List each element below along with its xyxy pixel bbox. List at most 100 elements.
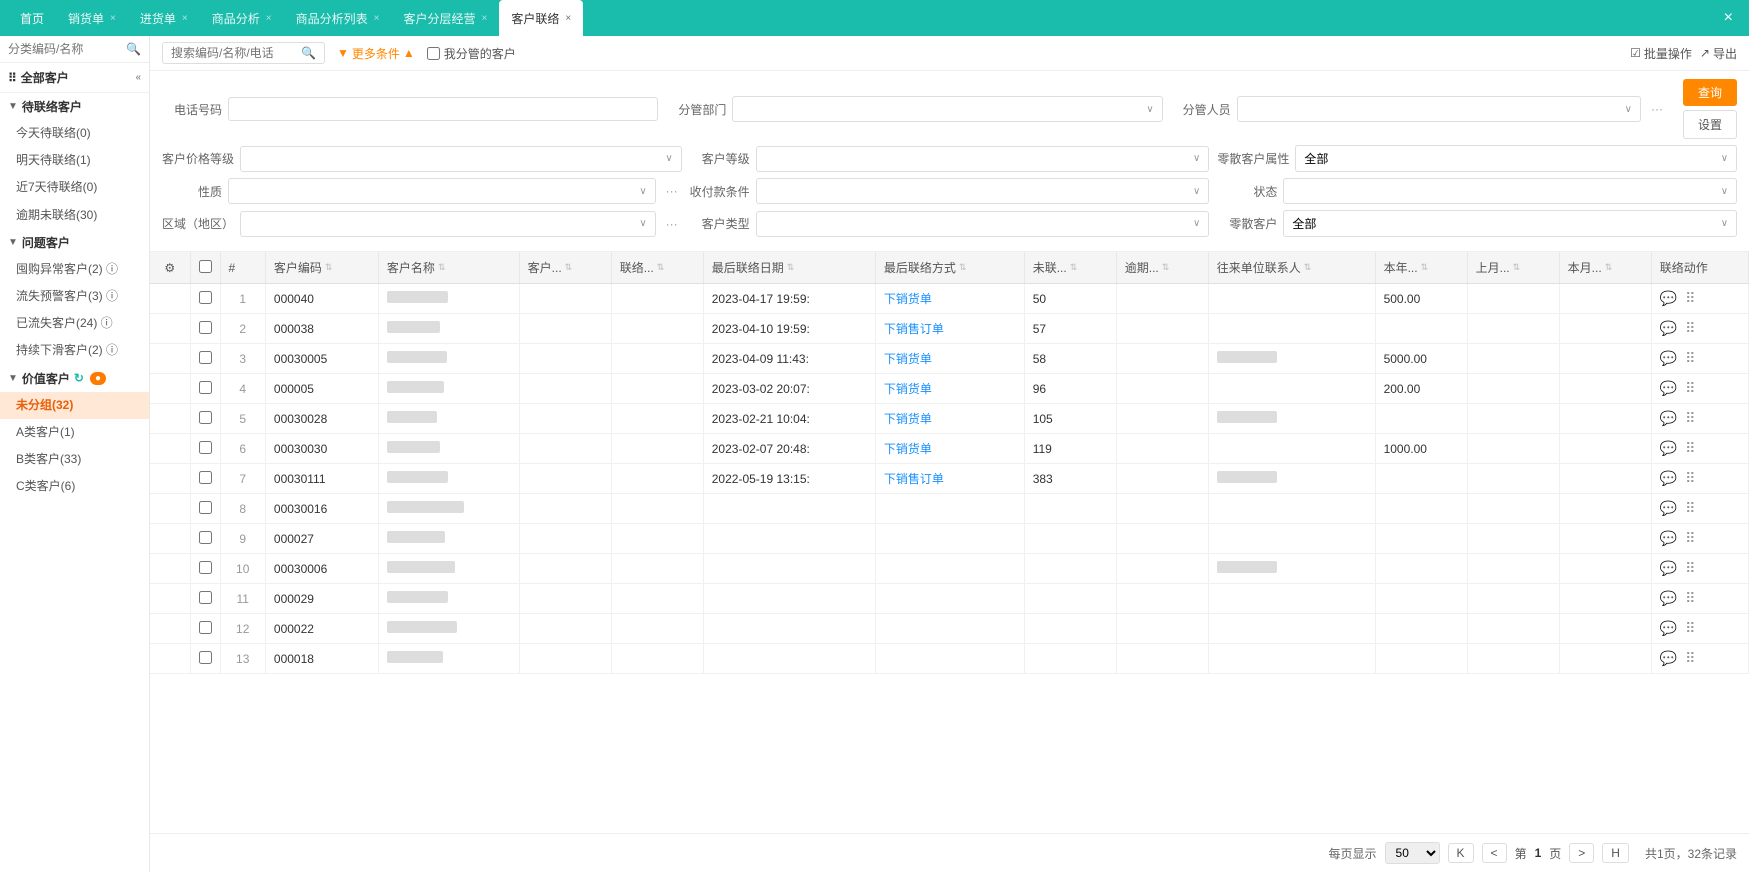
close-purchase-icon[interactable]: × [182, 13, 188, 24]
row-checkbox[interactable] [199, 321, 212, 334]
phone-input[interactable] [228, 97, 658, 121]
select-all-checkbox[interactable] [199, 260, 212, 273]
row-checkbox[interactable] [199, 441, 212, 454]
close-customer-tier-icon[interactable]: × [481, 13, 487, 24]
sidebar-item-abnormal[interactable]: 囤购异常客户(2) ⓘ [0, 256, 149, 283]
more-action-icon[interactable]: ⠿ [1685, 530, 1695, 547]
status-select[interactable]: ∨ [1283, 178, 1737, 204]
sidebar-group-problem[interactable]: ▼ 问题客户 [0, 229, 149, 256]
more-action-icon[interactable]: ⠿ [1685, 590, 1695, 607]
sidebar-item-churned[interactable]: 已流失客户(24) ⓘ [0, 310, 149, 337]
manager-more-icon[interactable]: ··· [1647, 102, 1667, 116]
more-action-icon[interactable]: ⠿ [1685, 320, 1695, 337]
more-action-icon[interactable]: ⠿ [1685, 500, 1695, 517]
sidebar-group-pending[interactable]: ▼ 待联络客户 [0, 93, 149, 120]
row-checkbox[interactable] [199, 621, 212, 634]
contact-action-icon[interactable]: 💬 [1660, 560, 1677, 577]
query-button[interactable]: 查询 [1683, 79, 1737, 106]
this-year-col-header[interactable]: 本年...⇅ [1375, 252, 1467, 284]
last-method-link[interactable]: 下销货单 [884, 412, 932, 426]
more-action-icon[interactable]: ⠿ [1685, 560, 1695, 577]
overdue-col-header[interactable]: 逾期...⇅ [1116, 252, 1208, 284]
contact-action-icon[interactable]: 💬 [1660, 320, 1677, 337]
nature-select[interactable]: ∨ [228, 178, 656, 204]
tab-purchase[interactable]: 进货单 × [128, 0, 200, 36]
my-customers-checkbox[interactable]: 我分管的客户 [427, 45, 516, 62]
row-checkbox[interactable] [199, 651, 212, 664]
filter-search-icon[interactable]: 🔍 [301, 46, 316, 60]
row-checkbox[interactable] [199, 381, 212, 394]
row-checkbox[interactable] [199, 501, 212, 514]
sidebar-item-today-pending[interactable]: 今天待联络(0) [0, 120, 149, 147]
more-action-icon[interactable]: ⠿ [1685, 440, 1695, 457]
this-month-col-header[interactable]: 本月...⇅ [1559, 252, 1651, 284]
last-method-link[interactable]: 下销货单 [884, 442, 932, 456]
refresh-icon[interactable]: ↻ [74, 371, 84, 385]
contact-action-icon[interactable]: 💬 [1660, 350, 1677, 367]
sidebar-item-tomorrow-pending[interactable]: 明天待联络(1) [0, 147, 149, 174]
last-method-link[interactable]: 下销售订单 [884, 322, 944, 336]
row-checkbox[interactable] [199, 561, 212, 574]
region-select[interactable]: ∨ [240, 211, 656, 237]
payment-select[interactable]: ∨ [756, 178, 1210, 204]
not-contacted-col-header[interactable]: 未联...⇅ [1024, 252, 1116, 284]
last-method-link[interactable]: 下销货单 [884, 382, 932, 396]
customer-type-select[interactable]: ∨ [756, 211, 1210, 237]
sidebar-item-class-a[interactable]: A类客户(1) [0, 419, 149, 446]
name-col-header[interactable]: 客户名称⇅ [378, 252, 519, 284]
row-checkbox[interactable] [199, 291, 212, 304]
settings-col-header[interactable]: ⚙ [150, 252, 190, 284]
close-goods-list-icon[interactable]: × [374, 13, 380, 24]
more-action-icon[interactable]: ⠿ [1685, 350, 1695, 367]
contact-action-icon[interactable]: 💬 [1660, 530, 1677, 547]
page-size-select[interactable]: 50 100 200 [1385, 842, 1440, 864]
price-level-select[interactable]: ∨ [240, 146, 682, 172]
sidebar-group-value[interactable]: ▼ 价值客户 ↻ ● [0, 365, 149, 392]
customer-level-select[interactable]: ∨ [756, 146, 1210, 172]
sidebar-item-ungroup[interactable]: 未分组(32) [0, 392, 149, 419]
close-customer-contact-icon[interactable]: × [565, 13, 571, 24]
first-page-button[interactable]: K [1448, 843, 1474, 863]
row-checkbox[interactable] [199, 351, 212, 364]
sidebar-search-icon[interactable]: 🔍 [126, 42, 141, 56]
row-checkbox[interactable] [199, 471, 212, 484]
region-more-icon[interactable]: ··· [662, 217, 682, 231]
tab-sales[interactable]: 销货单 × [56, 0, 128, 36]
row-checkbox[interactable] [199, 531, 212, 544]
my-customers-check[interactable] [427, 47, 440, 60]
sidebar-item-class-c[interactable]: C类客户(6) [0, 473, 149, 500]
tab-goods-analysis-list[interactable]: 商品分析列表 × [284, 0, 392, 36]
more-action-icon[interactable]: ⠿ [1685, 380, 1695, 397]
sidebar-item-7days-pending[interactable]: 近7天待联络(0) [0, 174, 149, 201]
contact-action-icon[interactable]: 💬 [1660, 620, 1677, 637]
last-page-button[interactable]: H [1602, 843, 1629, 863]
batch-op-button[interactable]: ☑ 批量操作 [1630, 45, 1692, 62]
last-method-link[interactable]: 下销货单 [884, 352, 932, 366]
sidebar-all-customers[interactable]: ⠿ 全部客户 « [0, 63, 149, 93]
contact-action-icon[interactable]: 💬 [1660, 470, 1677, 487]
row-checkbox[interactable] [199, 411, 212, 424]
filter-search-input[interactable] [171, 46, 301, 60]
sidebar-item-overdue[interactable]: 逾期未联络(30) [0, 202, 149, 229]
contact-action-icon[interactable]: 💬 [1660, 500, 1677, 517]
tab-home[interactable]: 首页 [8, 0, 56, 36]
next-page-button[interactable]: > [1569, 843, 1594, 863]
last-method-link[interactable]: 下销售订单 [884, 472, 944, 486]
sidebar-item-declining[interactable]: 持续下滑客户(2) ⓘ [0, 337, 149, 364]
sidebar-collapse-icon[interactable]: « [135, 72, 141, 83]
contact-action-icon[interactable]: 💬 [1660, 590, 1677, 607]
close-goods-analysis-icon[interactable]: × [266, 13, 272, 24]
contact-action-icon[interactable]: 💬 [1660, 650, 1677, 667]
nature-more-icon[interactable]: ··· [662, 184, 682, 198]
tab-customer-contact[interactable]: 客户联络 × [499, 0, 583, 36]
reset-button[interactable]: 设置 [1683, 110, 1737, 139]
manager-select[interactable]: ∨ [1237, 96, 1641, 122]
last-date-col-header[interactable]: 最后联络日期⇅ [703, 252, 875, 284]
type-col-header[interactable]: 客户...⇅ [519, 252, 611, 284]
more-action-icon[interactable]: ⠿ [1685, 470, 1695, 487]
code-col-header[interactable]: 客户编码⇅ [265, 252, 378, 284]
contact-action-icon[interactable]: 💬 [1660, 410, 1677, 427]
last-method-link[interactable]: 下销货单 [884, 292, 932, 306]
more-action-icon[interactable]: ⠿ [1685, 410, 1695, 427]
tab-goods-analysis[interactable]: 商品分析 × [200, 0, 284, 36]
